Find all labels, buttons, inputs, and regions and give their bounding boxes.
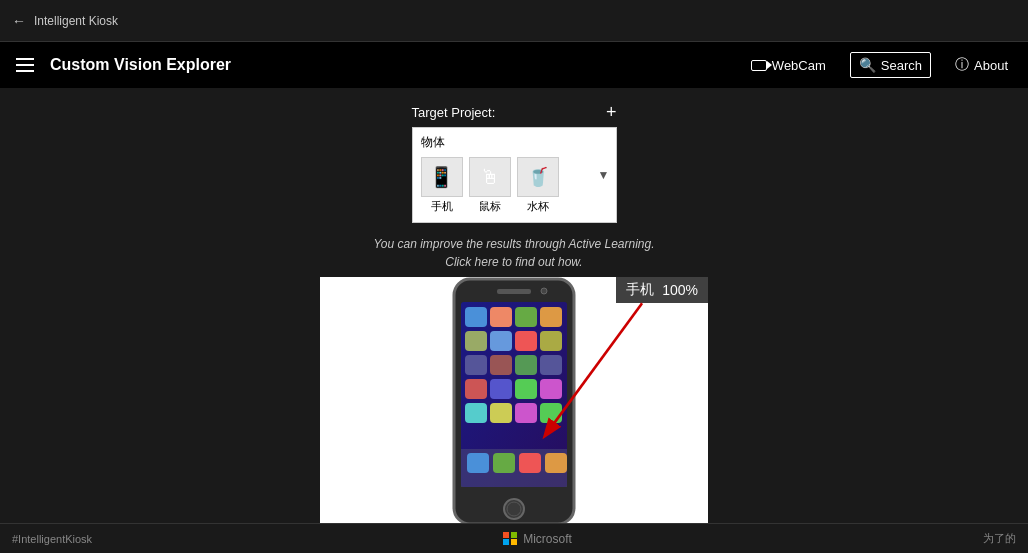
info-message: You can improve the results through Acti…: [373, 235, 654, 271]
thumb-mouse-img: 🖱: [469, 157, 511, 197]
thumb-item-cup: 🥤 水杯: [517, 157, 559, 214]
prediction-label: 手机: [626, 281, 654, 299]
microsoft-logo: [503, 532, 517, 546]
thumb-item-mouse: 🖱 鼠标: [469, 157, 511, 214]
about-button[interactable]: ⓘ About: [947, 52, 1016, 78]
info-line2[interactable]: Click here to find out how.: [373, 253, 654, 271]
svg-rect-11: [465, 355, 487, 375]
header: Custom Vision Explorer WebCam 🔍 Search ⓘ…: [0, 42, 1028, 88]
thumb-item-phone: 📱 手机: [421, 157, 463, 214]
add-project-button[interactable]: +: [606, 102, 617, 123]
image-area: 手机 100%: [320, 277, 708, 527]
microsoft-label: Microsoft: [523, 532, 572, 546]
prediction-box: 手机 100%: [616, 277, 708, 303]
page-title: Custom Vision Explorer: [50, 56, 231, 74]
thumb-cup-img: 🥤: [517, 157, 559, 197]
svg-rect-6: [540, 307, 562, 327]
svg-rect-27: [545, 453, 567, 473]
svg-rect-12: [490, 355, 512, 375]
info-icon: ⓘ: [955, 56, 969, 74]
svg-rect-8: [490, 331, 512, 351]
svg-rect-17: [515, 379, 537, 399]
svg-rect-3: [465, 307, 487, 327]
info-line1: You can improve the results through Acti…: [373, 235, 654, 253]
svg-rect-9: [515, 331, 537, 351]
phone-svg: [449, 277, 579, 527]
search-label: Search: [881, 58, 922, 73]
thumb-phone-img: 📱: [421, 157, 463, 197]
app-name-label: Intelligent Kiosk: [34, 14, 118, 28]
svg-rect-19: [465, 403, 487, 423]
svg-rect-28: [497, 289, 531, 294]
top-bar: ← Intelligent Kiosk: [0, 0, 1028, 42]
back-arrow-icon: ←: [12, 13, 26, 29]
webcam-label: WebCam: [772, 58, 826, 73]
ms-sq-green: [511, 532, 517, 538]
thumb-mouse-label: 鼠标: [479, 199, 501, 214]
svg-rect-26: [519, 453, 541, 473]
target-project-label: Target Project:: [412, 105, 496, 120]
target-project-header: Target Project: +: [412, 102, 617, 123]
project-dropdown-arrow[interactable]: ▼: [598, 168, 610, 182]
footer: #IntelligentKiosk Microsoft 为了的: [0, 523, 1028, 553]
svg-point-29: [541, 288, 547, 294]
hamburger-menu[interactable]: [12, 54, 38, 76]
header-right: WebCam 🔍 Search ⓘ About: [743, 52, 1016, 78]
thumb-cup-label: 水杯: [527, 199, 549, 214]
svg-rect-5: [515, 307, 537, 327]
webcam-button[interactable]: WebCam: [743, 54, 834, 77]
footer-right-text: 为了的: [983, 531, 1016, 546]
header-left: Custom Vision Explorer: [12, 54, 231, 76]
ms-sq-blue: [503, 539, 509, 545]
main-content: Target Project: + 物体 📱 手机 🖱 鼠标 🥤 水杯 ▼: [0, 88, 1028, 523]
svg-rect-22: [540, 403, 562, 423]
target-project-section: Target Project: + 物体 📱 手机 🖱 鼠标 🥤 水杯 ▼: [412, 102, 617, 223]
svg-rect-25: [493, 453, 515, 473]
svg-rect-10: [540, 331, 562, 351]
project-card[interactable]: 物体 📱 手机 🖱 鼠标 🥤 水杯 ▼: [412, 127, 617, 223]
svg-rect-4: [490, 307, 512, 327]
svg-rect-18: [540, 379, 562, 399]
svg-rect-14: [540, 355, 562, 375]
svg-rect-20: [490, 403, 512, 423]
svg-rect-15: [465, 379, 487, 399]
webcam-icon: [751, 60, 767, 71]
svg-rect-16: [490, 379, 512, 399]
project-name: 物体: [421, 134, 608, 151]
svg-rect-7: [465, 331, 487, 351]
ms-sq-red: [503, 532, 509, 538]
back-button[interactable]: ← Intelligent Kiosk: [12, 13, 118, 29]
svg-rect-21: [515, 403, 537, 423]
footer-microsoft: Microsoft: [503, 532, 572, 546]
phone-image: [320, 277, 708, 527]
about-label: About: [974, 58, 1008, 73]
svg-rect-13: [515, 355, 537, 375]
globe-icon: 🔍: [859, 57, 876, 73]
footer-hashtag: #IntelligentKiosk: [12, 533, 92, 545]
prediction-percent: 100%: [662, 282, 698, 298]
thumb-phone-label: 手机: [431, 199, 453, 214]
project-thumbnails: 📱 手机 🖱 鼠标 🥤 水杯: [421, 157, 608, 214]
ms-sq-yellow: [511, 539, 517, 545]
svg-rect-24: [467, 453, 489, 473]
search-button[interactable]: 🔍 Search: [850, 52, 931, 78]
